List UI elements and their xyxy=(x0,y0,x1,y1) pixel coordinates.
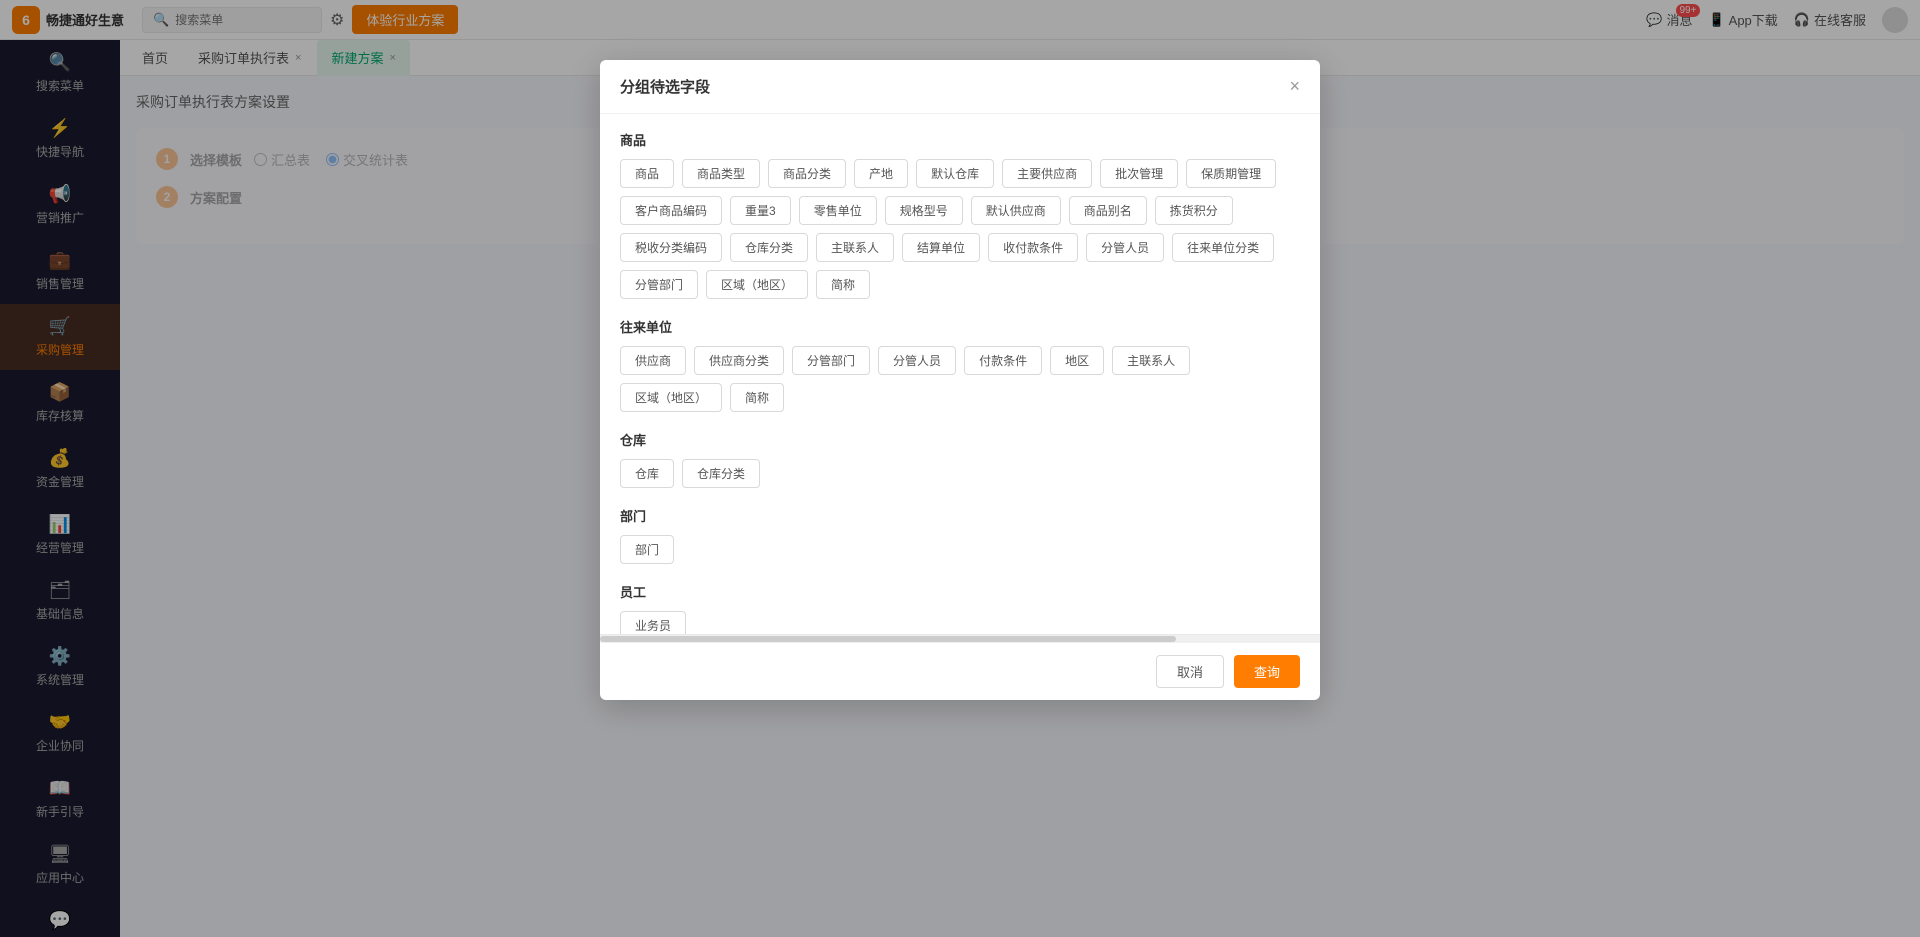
horizontal-scrollbar[interactable] xyxy=(600,634,1320,642)
field-tag-partner-4[interactable]: 付款条件 xyxy=(964,346,1042,375)
field-tags-warehouse: 仓库仓库分类 xyxy=(620,459,1300,488)
field-tag-department-0[interactable]: 部门 xyxy=(620,535,674,564)
field-tag-partner-5[interactable]: 地区 xyxy=(1050,346,1104,375)
field-tag-product-21[interactable]: 往来单位分类 xyxy=(1172,233,1274,262)
field-tag-product-4[interactable]: 默认仓库 xyxy=(916,159,994,188)
modal-close-button[interactable]: × xyxy=(1289,76,1300,97)
section-department: 部门部门 xyxy=(620,506,1300,564)
modal-backdrop: 分组待选字段 × 商品商品商品类型商品分类产地默认仓库主要供应商批次管理保质期管… xyxy=(0,0,1920,937)
field-tag-product-16[interactable]: 仓库分类 xyxy=(730,233,808,262)
field-tag-partner-1[interactable]: 供应商分类 xyxy=(694,346,784,375)
scrollbar-thumb[interactable] xyxy=(600,636,1176,642)
field-tag-warehouse-0[interactable]: 仓库 xyxy=(620,459,674,488)
field-tag-product-6[interactable]: 批次管理 xyxy=(1100,159,1178,188)
field-tag-product-7[interactable]: 保质期管理 xyxy=(1186,159,1276,188)
section-label-product: 商品 xyxy=(620,130,1300,149)
field-tag-product-1[interactable]: 商品类型 xyxy=(682,159,760,188)
modal-header: 分组待选字段 × xyxy=(600,60,1320,114)
field-tag-product-3[interactable]: 产地 xyxy=(854,159,908,188)
modal-dialog: 分组待选字段 × 商品商品商品类型商品分类产地默认仓库主要供应商批次管理保质期管… xyxy=(600,60,1320,700)
field-tag-product-17[interactable]: 主联系人 xyxy=(816,233,894,262)
field-tag-product-20[interactable]: 分管人员 xyxy=(1086,233,1164,262)
field-tag-product-11[interactable]: 规格型号 xyxy=(885,196,963,225)
field-tags-partner: 供应商供应商分类分管部门分管人员付款条件地区主联系人区域（地区） 简称 xyxy=(620,346,1300,412)
section-label-warehouse: 仓库 xyxy=(620,430,1300,449)
field-tag-partner-2[interactable]: 分管部门 xyxy=(792,346,870,375)
field-tag-partner-0[interactable]: 供应商 xyxy=(620,346,686,375)
field-tag-product-19[interactable]: 收付款条件 xyxy=(988,233,1078,262)
field-tag-employee-0[interactable]: 业务员 xyxy=(620,611,686,634)
section-warehouse: 仓库仓库仓库分类 xyxy=(620,430,1300,488)
cancel-button[interactable]: 取消 xyxy=(1156,655,1224,688)
field-tag-product-15[interactable]: 税收分类编码 xyxy=(620,233,722,262)
field-tag-product-23[interactable]: 区域（地区） xyxy=(706,270,808,299)
field-tag-product-12[interactable]: 默认供应商 xyxy=(971,196,1061,225)
field-tag-product-18[interactable]: 结算单位 xyxy=(902,233,980,262)
field-tag-product-10[interactable]: 零售单位 xyxy=(799,196,877,225)
field-tag-partner-8[interactable]: 简称 xyxy=(730,383,784,412)
modal-body: 商品商品商品类型商品分类产地默认仓库主要供应商批次管理保质期管理客户商品编码重量… xyxy=(600,114,1320,634)
section-product: 商品商品商品类型商品分类产地默认仓库主要供应商批次管理保质期管理客户商品编码重量… xyxy=(620,130,1300,299)
field-tag-product-9[interactable]: 重量3 xyxy=(730,196,791,225)
field-tag-product-22[interactable]: 分管部门 xyxy=(620,270,698,299)
field-tag-product-24[interactable]: 简称 xyxy=(816,270,870,299)
field-tags-employee: 业务员 xyxy=(620,611,1300,634)
section-employee: 员工业务员 xyxy=(620,582,1300,634)
field-tags-department: 部门 xyxy=(620,535,1300,564)
field-tag-partner-3[interactable]: 分管人员 xyxy=(878,346,956,375)
field-tag-product-2[interactable]: 商品分类 xyxy=(768,159,846,188)
section-label-department: 部门 xyxy=(620,506,1300,525)
field-tag-product-5[interactable]: 主要供应商 xyxy=(1002,159,1092,188)
section-partner: 往来单位供应商供应商分类分管部门分管人员付款条件地区主联系人区域（地区） 简称 xyxy=(620,317,1300,412)
field-tag-product-0[interactable]: 商品 xyxy=(620,159,674,188)
field-tag-partner-7[interactable]: 区域（地区） xyxy=(620,383,722,412)
confirm-button[interactable]: 查询 xyxy=(1234,655,1300,688)
field-tag-warehouse-1[interactable]: 仓库分类 xyxy=(682,459,760,488)
field-tags-product: 商品商品类型商品分类产地默认仓库主要供应商批次管理保质期管理客户商品编码重量3 零… xyxy=(620,159,1300,299)
modal-footer: 取消 查询 xyxy=(600,642,1320,700)
field-tag-product-14[interactable]: 拣货积分 xyxy=(1155,196,1233,225)
field-tag-partner-6[interactable]: 主联系人 xyxy=(1112,346,1190,375)
field-tag-product-13[interactable]: 商品别名 xyxy=(1069,196,1147,225)
field-tag-product-8[interactable]: 客户商品编码 xyxy=(620,196,722,225)
modal-title: 分组待选字段 xyxy=(620,76,710,97)
section-label-employee: 员工 xyxy=(620,582,1300,601)
section-label-partner: 往来单位 xyxy=(620,317,1300,336)
